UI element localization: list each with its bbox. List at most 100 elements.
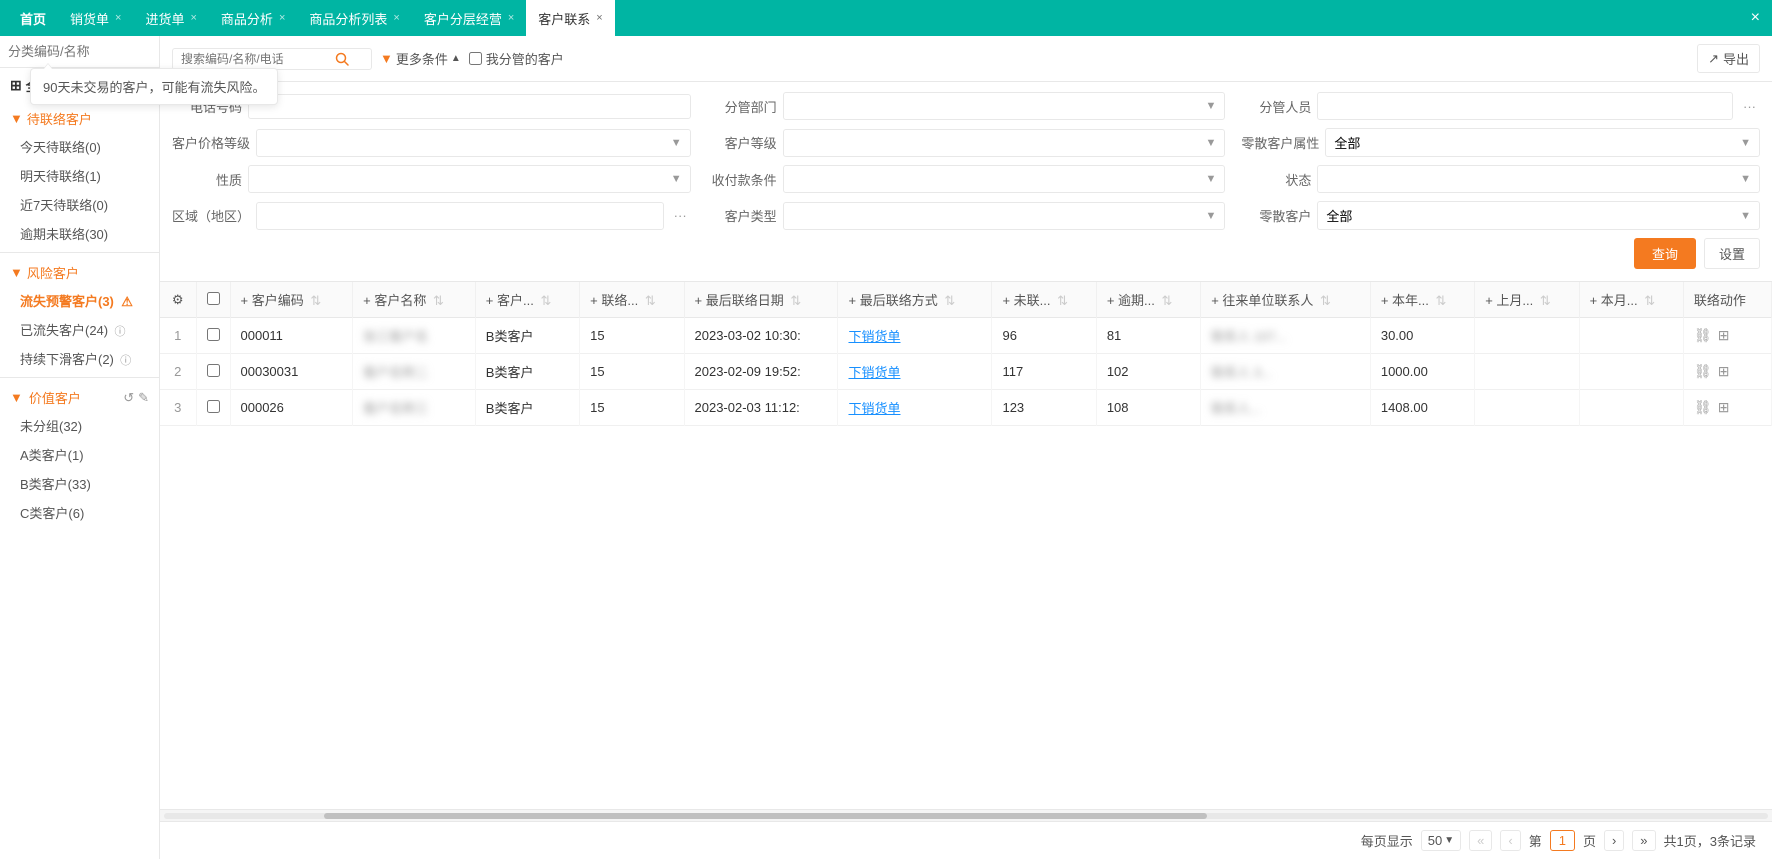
sidebar-item-overdue[interactable]: 逾期未联络(30) xyxy=(0,219,159,248)
row-3-this-month xyxy=(1579,390,1683,426)
more-conditions-chevron: ▲ xyxy=(451,53,461,64)
filter-region-select[interactable] xyxy=(256,202,664,230)
filter-person-more[interactable]: ··· xyxy=(1739,99,1760,114)
col-last-month-sort[interactable]: ⇅ xyxy=(1540,293,1551,308)
row-3-action-icons: ⛓ ⊞ xyxy=(1694,399,1761,416)
filter-customer-level-select[interactable]: ▼ xyxy=(783,129,1226,157)
col-code-sort[interactable]: ⇅ xyxy=(310,293,321,308)
filter-retail-attr-select[interactable]: 全部 ▼ xyxy=(1325,128,1760,157)
filter-customer-type-select[interactable]: ▼ xyxy=(783,202,1226,230)
filter-retail-customer-label: 零散客户 xyxy=(1241,206,1311,225)
sidebar-group-value[interactable]: ▼ 价值客户 ↺ ✎ xyxy=(0,382,159,411)
filter-phone-input[interactable] xyxy=(248,94,691,119)
tab-home[interactable]: 首页 xyxy=(8,0,58,36)
tab-sales[interactable]: 销货单 × xyxy=(58,0,133,36)
col-this-year-sort[interactable]: ⇅ xyxy=(1436,293,1447,308)
row-1-link-icon[interactable]: ⛓ xyxy=(1694,327,1712,344)
filter-nature-select[interactable]: ▼ xyxy=(248,165,691,193)
value-refresh-icon[interactable]: ↺ xyxy=(123,390,134,406)
filter-settings-button[interactable]: 设置 xyxy=(1704,238,1760,269)
col-related-sort[interactable]: ⇅ xyxy=(1320,293,1331,308)
sidebar-item-class-b[interactable]: B类客户(33) xyxy=(0,469,159,498)
more-conditions-button[interactable]: ▼ 更多条件 ▲ xyxy=(380,49,461,68)
filter-customer-type: 客户类型 ▼ xyxy=(707,202,1226,230)
filter-payment-select[interactable]: ▼ xyxy=(783,165,1226,193)
tab-purchase-close[interactable]: × xyxy=(190,12,196,24)
col-last-date-sort[interactable]: ⇅ xyxy=(790,293,801,308)
page-label-after: 页 xyxy=(1583,831,1596,850)
row-3-grid-icon[interactable]: ⊞ xyxy=(1718,399,1730,416)
sidebar-item-declining[interactable]: 持续下滑客户(2) ⓘ xyxy=(0,344,159,373)
sidebar-item-churned[interactable]: 已流失客户(24) ⓘ xyxy=(0,315,159,344)
sidebar-item-7days[interactable]: 近7天待联络(0) xyxy=(0,190,159,219)
my-customers-check[interactable] xyxy=(469,52,482,65)
tab-product-list[interactable]: 商品分析列表 × xyxy=(297,0,411,36)
value-edit-icon[interactable]: ✎ xyxy=(138,390,149,406)
row-3-method-link[interactable]: 下销货单 xyxy=(848,401,900,416)
row-1-uncontacted: 96 xyxy=(992,318,1096,354)
tab-product-analysis[interactable]: 商品分析 × xyxy=(209,0,297,36)
tab-product-list-close[interactable]: × xyxy=(393,12,399,24)
window-close-button[interactable]: × xyxy=(1747,5,1764,31)
tab-product-analysis-close[interactable]: × xyxy=(279,12,285,24)
filter-payment: 收付款条件 ▼ xyxy=(707,165,1226,193)
filter-price-level-select[interactable]: ▼ xyxy=(256,129,691,157)
sidebar-item-ungrouped[interactable]: 未分组(32) xyxy=(0,411,159,440)
row-1-check[interactable] xyxy=(207,328,220,341)
col-overdue-sort[interactable]: ⇅ xyxy=(1162,293,1173,308)
last-page-button[interactable]: » xyxy=(1632,830,1655,851)
sidebar-item-class-c[interactable]: C类客户(6) xyxy=(0,498,159,527)
col-this-month-sort[interactable]: ⇅ xyxy=(1644,293,1655,308)
row-1-method-link[interactable]: 下销货单 xyxy=(848,329,900,344)
row-1-last-month xyxy=(1475,318,1579,354)
sidebar-item-class-a[interactable]: A类客户(1) xyxy=(0,440,159,469)
sidebar-item-tomorrow[interactable]: 明天待联络(1) xyxy=(0,161,159,190)
export-button[interactable]: ↗ 导出 xyxy=(1697,44,1760,73)
row-2-method-link[interactable]: 下销货单 xyxy=(848,365,900,380)
row-1-last-date: 2023-03-02 10:30: xyxy=(684,318,838,354)
tab-customer-layer[interactable]: 客户分层经营 × xyxy=(412,0,526,36)
prev-page-button[interactable]: ‹ xyxy=(1500,830,1520,851)
tab-customer-contact-close[interactable]: × xyxy=(596,12,602,24)
col-last-method: + 最后联络方式 ⇅ xyxy=(838,282,992,318)
filter-status-select[interactable]: ▼ xyxy=(1317,165,1760,193)
sidebar-group-churn[interactable]: ▼ 风险客户 xyxy=(0,257,159,286)
tab-purchase[interactable]: 进货单 × xyxy=(133,0,208,36)
tab-customer-layer-close[interactable]: × xyxy=(508,12,514,24)
row-3-link-icon[interactable]: ⛓ xyxy=(1694,399,1712,416)
next-page-button[interactable]: › xyxy=(1604,830,1624,851)
sidebar-group-pending[interactable]: ▼ 待联络客户 xyxy=(0,103,159,132)
page-label-before: 第 xyxy=(1529,831,1542,850)
scroll-thumb[interactable] xyxy=(324,813,1206,819)
tab-sales-close[interactable]: × xyxy=(115,12,121,24)
sidebar-search-input[interactable] xyxy=(8,44,160,59)
col-uncontacted-sort[interactable]: ⇅ xyxy=(1057,293,1068,308)
query-button[interactable]: 查询 xyxy=(1634,238,1696,269)
row-2-check[interactable] xyxy=(207,364,220,377)
first-page-button[interactable]: « xyxy=(1469,830,1492,851)
row-1-grid-icon[interactable]: ⊞ xyxy=(1718,327,1730,344)
select-all-checkbox[interactable] xyxy=(207,292,220,305)
filter-retail-customer-select[interactable]: 全部 ▼ xyxy=(1317,201,1760,230)
col-settings[interactable]: ⚙ xyxy=(160,282,196,318)
filter-dept-select[interactable]: ▼ xyxy=(783,92,1226,120)
col-name-sort[interactable]: ⇅ xyxy=(433,293,444,308)
row-2-link-icon[interactable]: ⛓ xyxy=(1694,363,1712,380)
toolbar-search-input[interactable] xyxy=(181,52,331,66)
filter-region-more[interactable]: ··· xyxy=(670,208,691,223)
sidebar-item-today[interactable]: 今天待联络(0) xyxy=(0,132,159,161)
row-3-uncontacted: 123 xyxy=(992,390,1096,426)
col-contact-sort[interactable]: ⇅ xyxy=(645,293,656,308)
settings-col-icon[interactable]: ⚙ xyxy=(172,292,184,307)
col-last-method-sort[interactable]: ⇅ xyxy=(944,293,955,308)
col-type-sort[interactable]: ⇅ xyxy=(540,293,551,308)
row-3-check[interactable] xyxy=(207,400,220,413)
horizontal-scrollbar[interactable] xyxy=(160,809,1772,821)
filter-person-select[interactable] xyxy=(1317,92,1733,120)
tab-customer-contact[interactable]: 客户联系 × xyxy=(526,0,614,36)
current-page-number: 1 xyxy=(1550,830,1575,851)
per-page-select[interactable]: 50 ▼ xyxy=(1421,830,1461,851)
sidebar-item-churn-warning[interactable]: 流失预警客户(3) ⚠ xyxy=(0,286,159,315)
my-customers-checkbox[interactable]: 我分管的客户 xyxy=(469,49,564,68)
row-2-grid-icon[interactable]: ⊞ xyxy=(1718,363,1730,380)
